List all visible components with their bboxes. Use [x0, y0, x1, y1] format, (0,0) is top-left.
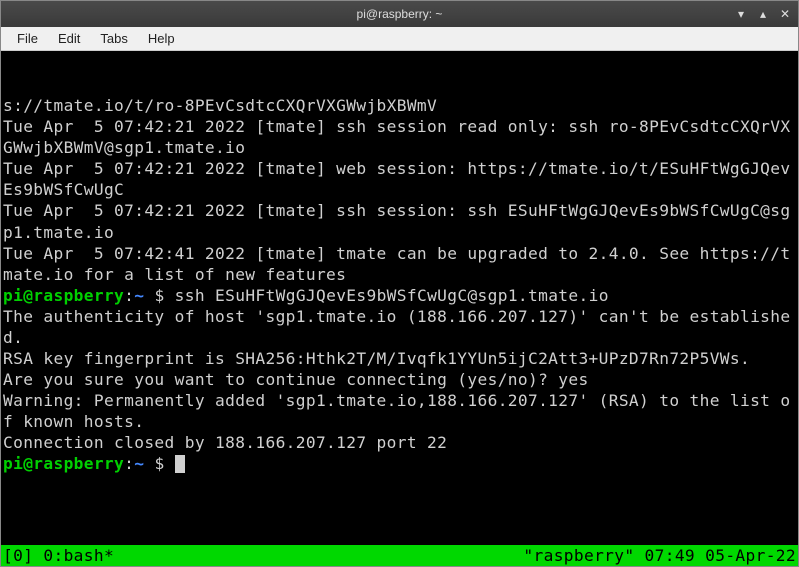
- tmux-statusbar: [0] 0:bash* "raspberry" 07:49 05-Apr-22: [1, 545, 798, 566]
- window-title: pi@raspberry: ~: [1, 7, 798, 21]
- term-line: Tue Apr 5 07:42:21 2022 [tmate] ssh sess…: [3, 201, 790, 241]
- term-line: Tue Apr 5 07:42:41 2022 [tmate] tmate ca…: [3, 244, 790, 284]
- window-titlebar: pi@raspberry: ~ ▾ ▴ ✕: [1, 1, 798, 27]
- term-line: Tue Apr 5 07:42:21 2022 [tmate] ssh sess…: [3, 117, 790, 157]
- menubar: File Edit Tabs Help: [1, 27, 798, 51]
- statusbar-left: [0] 0:bash*: [3, 545, 114, 566]
- prompt-dollar: $: [144, 454, 174, 473]
- window-controls: ▾ ▴ ✕: [734, 7, 792, 21]
- minimize-icon[interactable]: ▾: [734, 7, 748, 21]
- prompt-sep: :: [124, 286, 134, 305]
- menu-edit[interactable]: Edit: [50, 29, 88, 48]
- terminal-content: s://tmate.io/t/ro-8PEvCsdtcCXQrVXGWwjbXB…: [3, 95, 796, 474]
- prompt-path: ~: [134, 286, 144, 305]
- terminal[interactable]: s://tmate.io/t/ro-8PEvCsdtcCXQrVXGWwjbXB…: [1, 51, 798, 566]
- term-line: RSA key fingerprint is SHA256:Hthk2T/M/I…: [3, 349, 750, 368]
- close-icon[interactable]: ✕: [778, 7, 792, 21]
- terminal-cursor: [175, 455, 185, 473]
- term-line: Warning: Permanently added 'sgp1.tmate.i…: [3, 391, 790, 431]
- menu-help[interactable]: Help: [140, 29, 183, 48]
- prompt-sep: :: [124, 454, 134, 473]
- term-line: Are you sure you want to continue connec…: [3, 370, 589, 389]
- prompt-path: ~: [134, 454, 144, 473]
- term-line: s://tmate.io/t/ro-8PEvCsdtcCXQrVXGWwjbXB…: [3, 96, 437, 115]
- prompt-dollar: $: [144, 286, 174, 305]
- term-line: Tue Apr 5 07:42:21 2022 [tmate] web sess…: [3, 159, 790, 199]
- menu-file[interactable]: File: [9, 29, 46, 48]
- prompt-user: pi@raspberry: [3, 286, 124, 305]
- prompt-command: ssh ESuHFtWgGJQevEs9bWSfCwUgC@sgp1.tmate…: [175, 286, 609, 305]
- term-line: Connection closed by 188.166.207.127 por…: [3, 433, 447, 452]
- maximize-icon[interactable]: ▴: [756, 7, 770, 21]
- term-line: The authenticity of host 'sgp1.tmate.io …: [3, 307, 790, 347]
- statusbar-right: "raspberry" 07:49 05-Apr-22: [523, 545, 796, 566]
- menu-tabs[interactable]: Tabs: [92, 29, 135, 48]
- prompt-user: pi@raspberry: [3, 454, 124, 473]
